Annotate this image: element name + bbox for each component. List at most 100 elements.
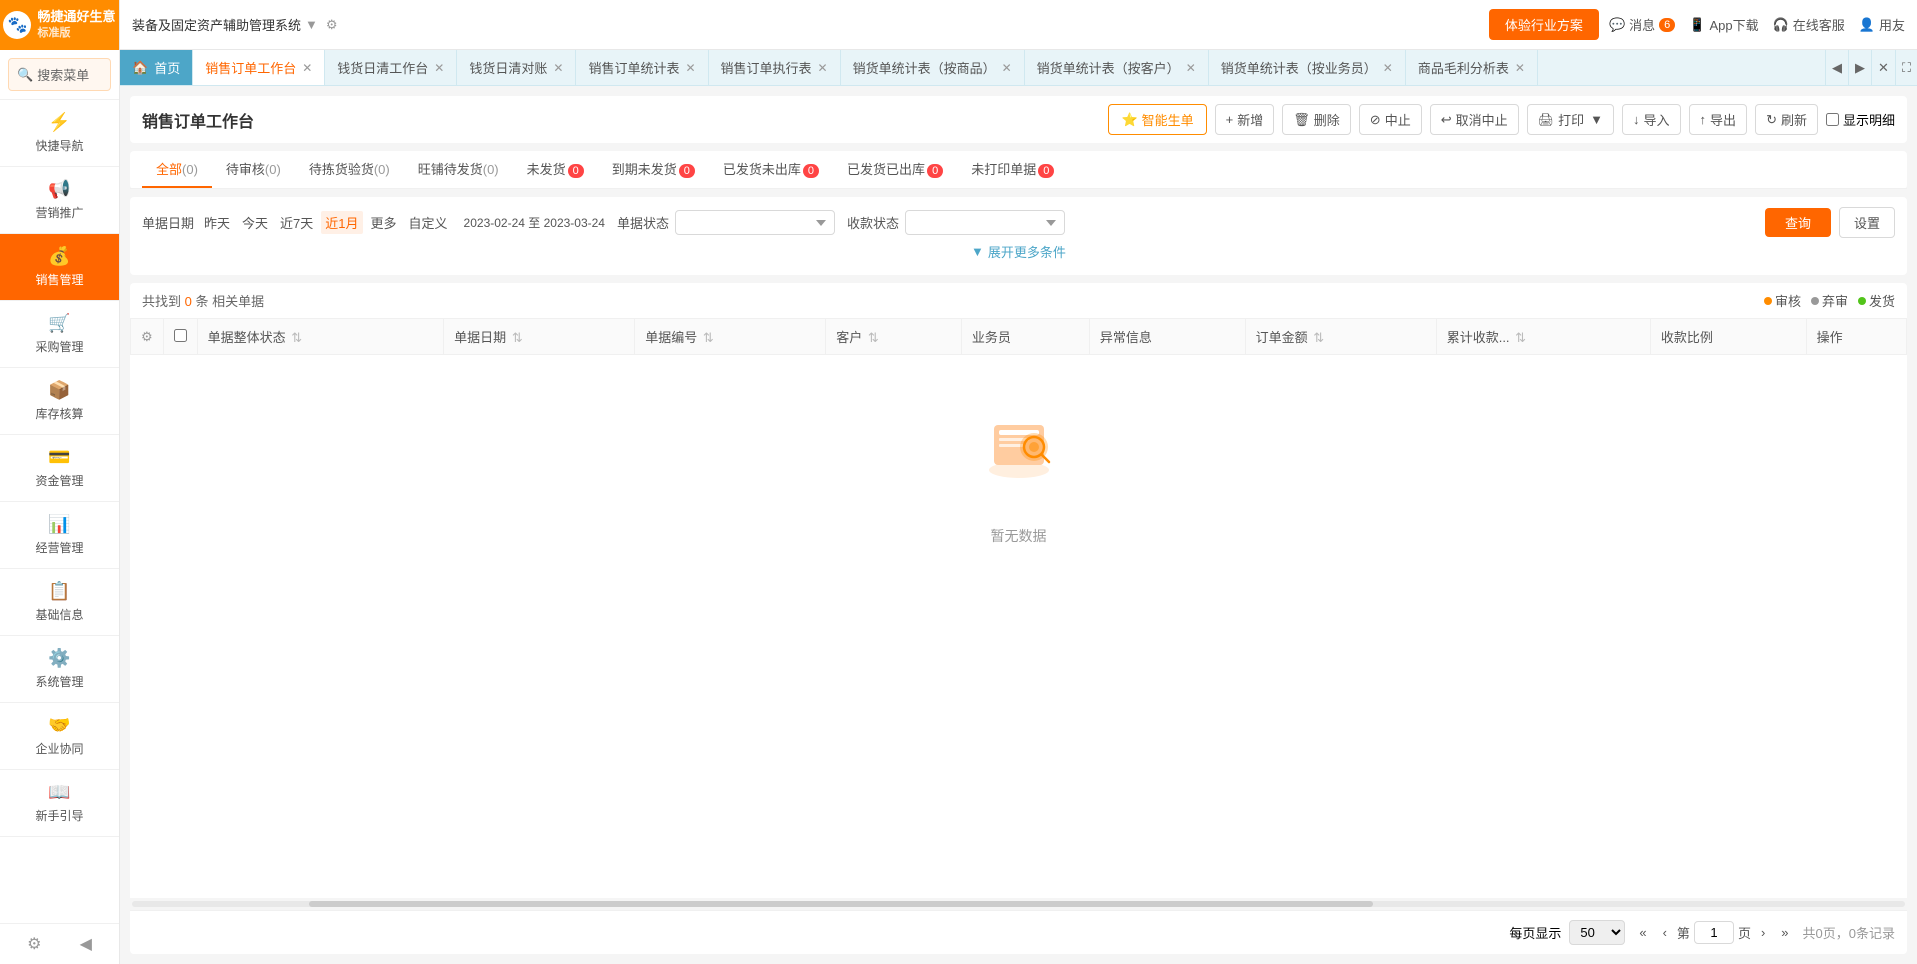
sort-icon[interactable]: ⇅ bbox=[512, 330, 523, 345]
date-option-yesterday[interactable]: 昨天 bbox=[200, 211, 234, 234]
cancel-review-action[interactable]: 弃审 bbox=[1811, 291, 1848, 310]
message-button[interactable]: 💬 消息 6 bbox=[1609, 15, 1675, 34]
tab-sales-order[interactable]: 销售订单工作台 ✕ bbox=[193, 50, 325, 86]
tab-close-icon[interactable]: ✕ bbox=[1186, 61, 1196, 75]
show-detail-checkbox[interactable] bbox=[1826, 113, 1839, 126]
filter-tab-shipped-not-out[interactable]: 已发货未出库0 bbox=[709, 151, 833, 188]
sidebar-item-basic-info[interactable]: 📋 基础信息 bbox=[0, 569, 119, 636]
table-area: 共找到 0 条 相关单据 审核 弃审 发货 bbox=[130, 283, 1907, 954]
filter-tab-not-printed[interactable]: 未打印单据0 bbox=[957, 151, 1068, 188]
sort-icon[interactable]: ⇅ bbox=[868, 330, 879, 345]
tab-scroll-left-button[interactable]: ◀ bbox=[1825, 50, 1848, 86]
sidebar-item-cooperation[interactable]: 🤝 企业协同 bbox=[0, 703, 119, 770]
tab-product-profit[interactable]: 商品毛利分析表 ✕ bbox=[1406, 50, 1538, 86]
ship-action[interactable]: 发货 bbox=[1858, 291, 1895, 310]
show-detail-checkbox-label[interactable]: 显示明细 bbox=[1826, 110, 1895, 129]
tab-home[interactable]: 🏠 首页 bbox=[120, 50, 193, 86]
page-size-select[interactable]: 50 10 20 100 bbox=[1569, 920, 1625, 945]
industry-solution-button[interactable]: 体验行业方案 bbox=[1489, 9, 1599, 40]
sidebar-navigation: ⚡ 快捷导航 📢 营销推广 💰 销售管理 🛒 采购管理 📦 库存核算 💳 资金管… bbox=[0, 100, 119, 923]
tab-maximize-button[interactable]: ⛶ bbox=[1895, 50, 1917, 86]
tab-close-icon[interactable]: ✕ bbox=[1383, 61, 1393, 75]
status-select[interactable] bbox=[675, 210, 835, 235]
sidebar-item-guide[interactable]: 📖 新手引导 bbox=[0, 770, 119, 837]
filter-tab-shipped-out[interactable]: 已发货已出库0 bbox=[833, 151, 957, 188]
filter-tab-pending-review[interactable]: 待审核(0) bbox=[212, 151, 295, 188]
setting-button[interactable]: 设置 bbox=[1839, 207, 1895, 238]
date-option-today[interactable]: 今天 bbox=[238, 211, 272, 234]
gear-icon[interactable]: ⚙ bbox=[326, 17, 338, 33]
user-button[interactable]: 👤 用友 bbox=[1859, 15, 1905, 34]
table-scroll[interactable]: ⚙ 单据整体状态 ⇅ 单据日期 ⇅ bbox=[130, 318, 1907, 898]
tab-close-icon[interactable]: ✕ bbox=[553, 61, 563, 75]
next-page-button[interactable]: › bbox=[1755, 923, 1771, 942]
stop-button[interactable]: ⊘ 中止 bbox=[1359, 104, 1422, 135]
filter-tab-pending-inspect[interactable]: 待拣货验货(0) bbox=[295, 151, 404, 188]
smart-create-button[interactable]: ⭐ 智能生单 bbox=[1108, 104, 1206, 135]
tab-sales-exec[interactable]: 销售订单执行表 ✕ bbox=[709, 50, 841, 86]
search-menu-button[interactable]: 🔍 搜索菜单 bbox=[8, 58, 111, 91]
sidebar-item-purchase[interactable]: 🛒 采购管理 bbox=[0, 301, 119, 368]
filter-tab-wangpu[interactable]: 旺铺待发货(0) bbox=[404, 151, 513, 188]
sort-icon[interactable]: ⇅ bbox=[1313, 330, 1324, 345]
prev-page-button[interactable]: ‹ bbox=[1657, 923, 1673, 942]
import-button[interactable]: ↓ 导入 bbox=[1622, 104, 1681, 135]
tab-sales-stat-customer[interactable]: 销货单统计表（按客户） ✕ bbox=[1025, 50, 1209, 86]
export-button[interactable]: ↑ 导出 bbox=[1689, 104, 1748, 135]
config-icon[interactable]: ⚙ bbox=[141, 329, 153, 344]
sidebar-item-operations[interactable]: 📊 经营管理 bbox=[0, 502, 119, 569]
sidebar-item-finance[interactable]: 💳 资金管理 bbox=[0, 435, 119, 502]
tab-sales-stat-staff[interactable]: 销货单统计表（按业务员） ✕ bbox=[1209, 50, 1406, 86]
last-page-button[interactable]: » bbox=[1775, 923, 1794, 942]
app-download-button[interactable]: 📱 App下载 bbox=[1689, 15, 1758, 34]
horizontal-scrollbar[interactable] bbox=[130, 898, 1907, 910]
sort-icon[interactable]: ⇅ bbox=[291, 330, 302, 345]
empty-illustration bbox=[969, 395, 1069, 514]
tab-close-icon[interactable]: ✕ bbox=[685, 61, 695, 75]
refresh-button[interactable]: ↻ 刷新 bbox=[1755, 104, 1818, 135]
collapse-icon[interactable]: ◀ bbox=[80, 934, 92, 954]
system-title-dropdown[interactable]: 装备及固定资产辅助管理系统 ▼ bbox=[132, 15, 318, 34]
filter-tab-expired-not-shipped[interactable]: 到期未发货0 bbox=[598, 151, 709, 188]
online-service-button[interactable]: 🎧 在线客服 bbox=[1773, 15, 1845, 34]
print-button[interactable]: 🖨 打印 ▼ bbox=[1527, 104, 1614, 135]
add-button[interactable]: + 新增 bbox=[1215, 104, 1275, 135]
filter-tab-not-shipped[interactable]: 未发货0 bbox=[513, 151, 598, 188]
tab-cash-reconcile[interactable]: 钱货日清对账 ✕ bbox=[457, 50, 576, 86]
sidebar-item-sales[interactable]: 💰 销售管理 bbox=[0, 234, 119, 301]
query-button[interactable]: 查询 bbox=[1765, 208, 1831, 237]
tab-close-icon[interactable]: ✕ bbox=[1515, 61, 1525, 75]
tab-sales-stat-product[interactable]: 销货单统计表（按商品） ✕ bbox=[841, 50, 1025, 86]
settings-icon[interactable]: ⚙ bbox=[27, 934, 41, 954]
sidebar-item-label: 基础信息 bbox=[35, 606, 83, 623]
date-options: 昨天 今天 近7天 近1月 更多 自定义 bbox=[200, 211, 452, 234]
review-action[interactable]: 审核 bbox=[1764, 291, 1801, 310]
sort-icon[interactable]: ⇅ bbox=[1515, 330, 1526, 345]
sidebar-item-quick-nav[interactable]: ⚡ 快捷导航 bbox=[0, 100, 119, 167]
tab-scroll-right-button[interactable]: ▶ bbox=[1848, 50, 1871, 86]
tab-sales-stat[interactable]: 销售订单统计表 ✕ bbox=[576, 50, 708, 86]
tab-close-icon[interactable]: ✕ bbox=[302, 61, 312, 75]
cancel-stop-button[interactable]: ↩ 取消中止 bbox=[1430, 104, 1519, 135]
delete-button[interactable]: 🗑 删除 bbox=[1282, 104, 1351, 135]
sidebar-item-inventory[interactable]: 📦 库存核算 bbox=[0, 368, 119, 435]
tab-close-icon[interactable]: ✕ bbox=[818, 61, 828, 75]
scrollbar-thumb[interactable] bbox=[309, 901, 1373, 907]
date-option-7days[interactable]: 近7天 bbox=[276, 211, 317, 234]
select-all-checkbox[interactable] bbox=[174, 329, 187, 342]
date-option-custom[interactable]: 自定义 bbox=[405, 211, 452, 234]
page-number-input[interactable] bbox=[1694, 921, 1734, 944]
date-option-1month[interactable]: 近1月 bbox=[321, 211, 362, 234]
first-page-button[interactable]: « bbox=[1633, 923, 1652, 942]
expand-conditions-button[interactable]: ▼ 展开更多条件 bbox=[142, 238, 1895, 265]
sidebar-item-system[interactable]: ⚙️ 系统管理 bbox=[0, 636, 119, 703]
tab-close-icon[interactable]: ✕ bbox=[1002, 61, 1012, 75]
tab-close-icon[interactable]: ✕ bbox=[434, 61, 444, 75]
tab-close-all-button[interactable]: ✕ bbox=[1871, 50, 1895, 86]
date-option-more[interactable]: 更多 bbox=[367, 211, 401, 234]
filter-tab-all[interactable]: 全部(0) bbox=[142, 151, 212, 188]
sort-icon[interactable]: ⇅ bbox=[703, 330, 714, 345]
sidebar-item-marketing[interactable]: 📢 营销推广 bbox=[0, 167, 119, 234]
tab-cash-daily[interactable]: 钱货日清工作台 ✕ bbox=[325, 50, 457, 86]
payment-select[interactable] bbox=[905, 210, 1065, 235]
